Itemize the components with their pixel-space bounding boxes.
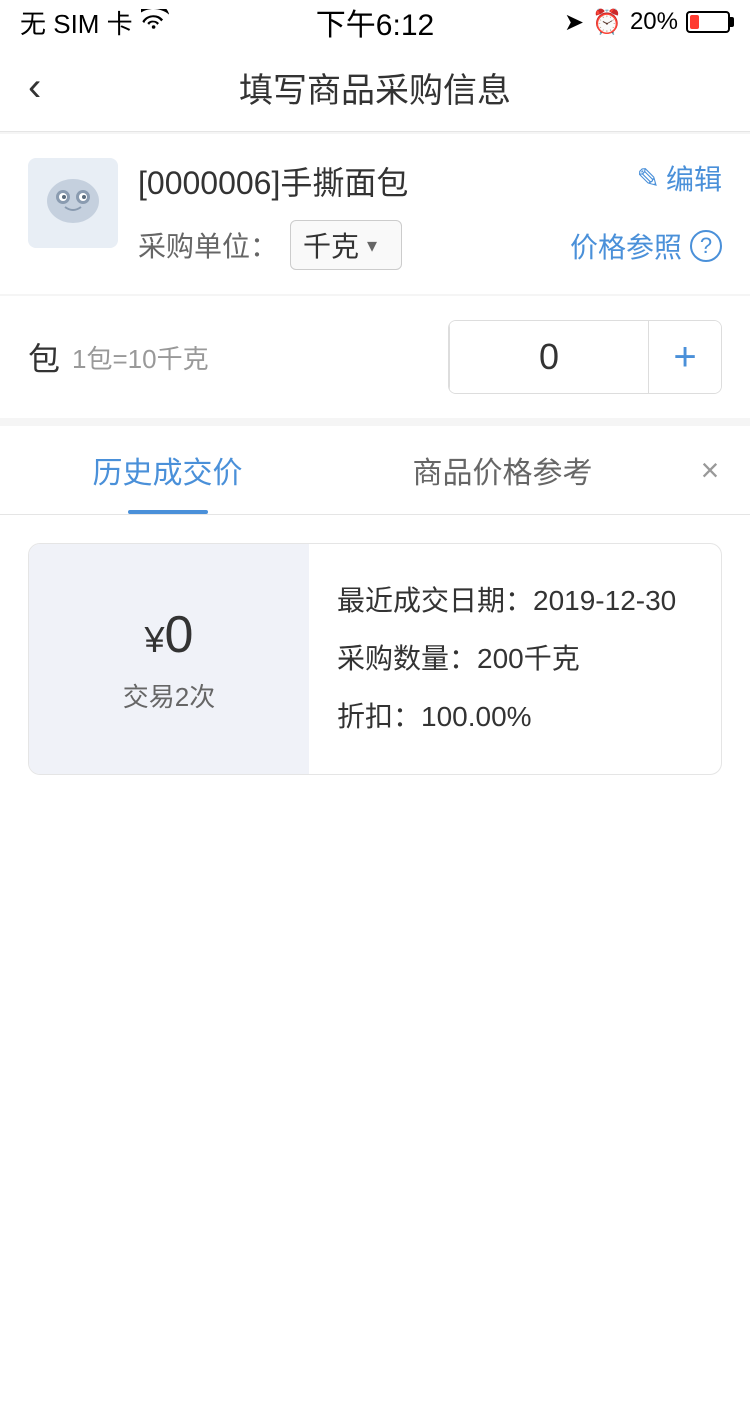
history-price-section: ¥0 交易2次 (29, 544, 309, 774)
history-content: ¥0 交易2次 最近成交日期：2019-12-30 采购数量：200千克 折扣：… (0, 515, 750, 803)
status-time: 下午6:12 (316, 0, 434, 44)
product-logo-icon (43, 171, 103, 235)
tabs-header: 历史成交价 商品价格参考 × (0, 426, 750, 515)
tab-price-reference[interactable]: 商品价格参考 (335, 426, 670, 514)
history-quantity-row: 采购数量：200千克 (337, 638, 693, 680)
tabs-section: 历史成交价 商品价格参考 × ¥0 交易2次 最近成交日期：2019-12-30… (0, 426, 750, 803)
nav-bar: ‹ 填写商品采购信息 (0, 44, 750, 132)
status-right: ➤ ⏰ 20% (564, 8, 730, 37)
edit-button[interactable]: ✎ 编辑 (637, 158, 722, 198)
quantity-unit-label: 包 (28, 334, 60, 380)
quantity-increment-button[interactable]: + (649, 321, 721, 393)
unit-select-dropdown[interactable]: 千克 ▾ (290, 220, 402, 270)
price-ref-label: 价格参照 (570, 226, 682, 266)
date-label: 最近成交日期： (337, 585, 533, 616)
quantity-left: 包 1包=10千克 (28, 334, 209, 380)
alarm-icon: ⏰ (592, 8, 622, 37)
history-date-row: 最近成交日期：2019-12-30 (337, 580, 693, 622)
tab-history-price[interactable]: 历史成交价 (0, 426, 335, 514)
history-details-section: 最近成交日期：2019-12-30 采购数量：200千克 折扣：100.00% (309, 544, 721, 774)
quantity-section: 包 1包=10千克 + (0, 296, 750, 418)
quantity-value: 200千克 (477, 643, 580, 674)
discount-value: 100.00% (421, 701, 532, 732)
battery-icon (686, 11, 730, 33)
history-price-value: ¥0 (145, 605, 194, 665)
product-name: [0000006]手撕面包 (138, 158, 408, 204)
quantity-conversion-label: 1包=10千克 (72, 339, 209, 376)
quantity-label: 采购数量： (337, 643, 477, 674)
edit-icon: ✎ (637, 162, 660, 195)
back-button[interactable]: ‹ (28, 65, 41, 110)
chevron-down-icon: ▾ (367, 233, 377, 258)
status-left: 无 SIM 卡 (20, 4, 169, 41)
bottom-area (0, 803, 750, 1403)
date-value: 2019-12-30 (533, 585, 676, 616)
location-icon: ➤ (564, 8, 584, 37)
discount-label: 折扣： (337, 701, 421, 732)
history-card: ¥0 交易2次 最近成交日期：2019-12-30 采购数量：200千克 折扣：… (28, 543, 722, 775)
quantity-row: 包 1包=10千克 + (28, 296, 722, 418)
status-bar: 无 SIM 卡 下午6:12 ➤ ⏰ 20% (0, 0, 750, 44)
price-number: 0 (165, 606, 194, 664)
product-left: [0000006]手撕面包 采购单位： 千克 ▾ (28, 158, 408, 270)
unit-label: 采购单位： (138, 225, 278, 265)
product-header: [0000006]手撕面包 采购单位： 千克 ▾ ✎ 编辑 价格参照 ? (28, 158, 722, 270)
wifi-icon (141, 7, 169, 38)
product-thumbnail (28, 158, 118, 248)
product-info: [0000006]手撕面包 采购单位： 千克 ▾ (138, 158, 408, 270)
sim-status: 无 SIM 卡 (20, 4, 133, 41)
tab-price-ref-label: 商品价格参考 (413, 448, 593, 492)
quantity-input[interactable] (449, 321, 649, 393)
page-title: 填写商品采购信息 (239, 63, 511, 112)
help-icon[interactable]: ? (690, 230, 722, 262)
battery-percent: 20% (630, 8, 678, 36)
tabs-close-button[interactable]: × (670, 426, 750, 514)
tab-history-label: 历史成交价 (93, 448, 243, 492)
unit-value: 千克 (303, 225, 359, 265)
price-reference-button[interactable]: 价格参照 ? (570, 226, 722, 266)
product-unit-row: 采购单位： 千克 ▾ (138, 220, 408, 270)
edit-label: 编辑 (666, 158, 722, 198)
quantity-control: + (448, 320, 722, 394)
history-discount-row: 折扣：100.00% (337, 696, 693, 738)
history-trades-count: 交易2次 (123, 677, 215, 714)
currency-symbol: ¥ (145, 619, 165, 660)
product-section: [0000006]手撕面包 采购单位： 千克 ▾ ✎ 编辑 价格参照 ? (0, 134, 750, 294)
